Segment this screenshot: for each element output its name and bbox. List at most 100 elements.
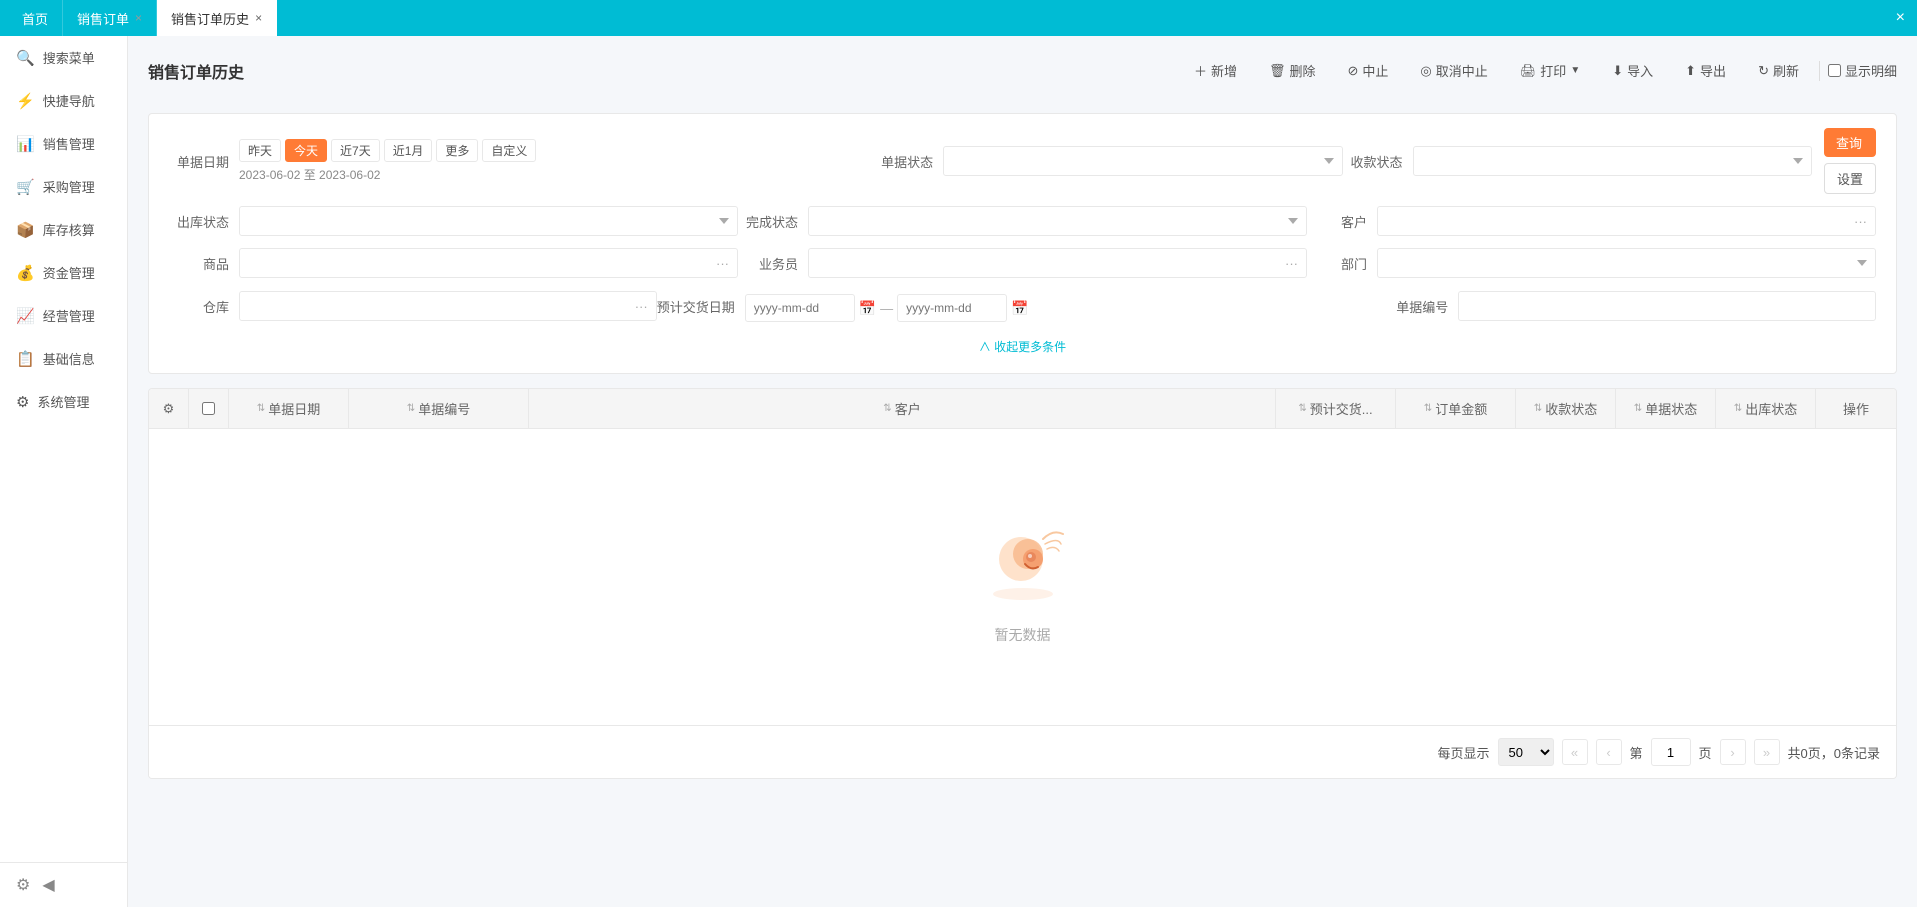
customer-more-icon[interactable]: ··· (1854, 214, 1867, 229)
th-settings[interactable]: ⚙ (149, 389, 189, 428)
quick-nav-icon: ⚡ (16, 92, 35, 110)
th-order-no[interactable]: ⇅ 单据编号 (349, 389, 529, 428)
th-amount[interactable]: ⇅ 订单金额 (1396, 389, 1516, 428)
filter-row-2: 出库状态 完成状态 客户 ··· (169, 206, 1876, 236)
tab-sales-order[interactable]: 销售订单 × (63, 0, 157, 36)
show-cols-checkbox-label[interactable]: 显示明细 (1828, 61, 1897, 80)
th-order-status[interactable]: ⇅ 单据状态 (1616, 389, 1716, 428)
close-sales-order-tab[interactable]: × (135, 11, 142, 25)
date-btn-today[interactable]: 今天 (285, 139, 327, 162)
outbound-status-label: 出库状态 (169, 212, 239, 231)
delivery-date-to-cal-icon[interactable]: 📅 (1011, 300, 1028, 317)
add-button[interactable]: ＋ 新增 (1182, 56, 1249, 85)
th-checkbox[interactable] (189, 389, 229, 428)
sidebar-item-search[interactable]: 🔍 搜索菜单 (0, 36, 127, 79)
sidebar-item-sys-mgmt[interactable]: ⚙ 系统管理 (0, 380, 127, 423)
salesperson-input[interactable] (817, 256, 1285, 271)
filter-row-4: 仓库 ··· 预计交货日期 📅 — 📅 (169, 290, 1876, 322)
sidebar-item-finance[interactable]: 💰 资金管理 (0, 251, 127, 294)
delivery-date-from-cal-icon[interactable]: 📅 (859, 300, 876, 317)
customer-label: 客户 (1307, 212, 1377, 231)
order-status-select[interactable] (943, 146, 1342, 176)
th-outbound-status[interactable]: ⇅ 出库状态 (1716, 389, 1816, 428)
toolbar: ＋ 新增 🗑 删除 ⊘ 中止 ◎ 取消中止 🖨 打印 (1182, 56, 1897, 85)
sidebar-item-inventory[interactable]: 📦 库存核算 (0, 208, 127, 251)
th-payment-status[interactable]: ⇅ 收款状态 (1516, 389, 1616, 428)
select-all-checkbox[interactable] (202, 402, 215, 415)
stop-button[interactable]: ⊘ 中止 (1336, 56, 1401, 85)
date-btn-1month[interactable]: 近1月 (384, 139, 433, 162)
refresh-icon: ↻ (1758, 63, 1769, 79)
th-date[interactable]: ⇅ 单据日期 (229, 389, 349, 428)
warehouse-more-icon[interactable]: ··· (635, 299, 648, 314)
customer-input[interactable] (1386, 214, 1854, 229)
last-page-button[interactable]: » (1754, 739, 1780, 765)
content-area: 销售订单历史 ＋ 新增 🗑 删除 ⊘ 中止 ◎ 取消中止 (128, 36, 1917, 907)
sales-mgmt-icon: 📊 (16, 135, 35, 153)
collapse-sidebar-icon[interactable]: ◀ (42, 875, 54, 895)
th-delivery[interactable]: ⇅ 预计交货... (1276, 389, 1396, 428)
delete-button[interactable]: 🗑 删除 (1257, 56, 1328, 85)
warehouse-input-wrap: ··· (239, 291, 657, 321)
date-btn-7days[interactable]: 近7天 (331, 139, 380, 162)
empty-state-illustration (973, 509, 1073, 609)
filter-product: 商品 ··· (169, 248, 738, 278)
completion-status-select[interactable] (808, 206, 1307, 236)
date-btn-yesterday[interactable]: 昨天 (239, 139, 281, 162)
main-layout: 🔍 搜索菜单 ⚡ 快捷导航 📊 销售管理 🛒 采购管理 📦 库存核算 💰 资金管… (0, 36, 1917, 907)
page-title: 销售订单历史 (148, 59, 244, 83)
outbound-status-select[interactable] (239, 206, 738, 236)
import-icon: ⬇ (1612, 63, 1623, 79)
page-number-input[interactable] (1651, 738, 1691, 766)
payment-status-select[interactable] (1413, 146, 1812, 176)
cancel-stop-button[interactable]: ◎ 取消中止 (1408, 56, 1499, 85)
sidebar-item-base-info[interactable]: 📋 基础信息 (0, 337, 127, 380)
sidebar-item-quick-nav[interactable]: ⚡ 快捷导航 (0, 79, 127, 122)
product-more-icon[interactable]: ··· (716, 256, 729, 271)
sidebar-item-sales-mgmt[interactable]: 📊 销售管理 (0, 122, 127, 165)
per-page-select[interactable]: 50 100 200 (1498, 738, 1554, 766)
empty-state: 暂无数据 (149, 429, 1896, 725)
settings-bottom-icon[interactable]: ⚙ (16, 875, 30, 895)
page-header: 销售订单历史 ＋ 新增 🗑 删除 ⊘ 中止 ◎ 取消中止 (148, 56, 1897, 99)
cancel-stop-icon: ◎ (1420, 63, 1431, 79)
print-button[interactable]: 🖨 打印 ▼ (1508, 56, 1592, 85)
sidebar-item-purchase-mgmt[interactable]: 🛒 采购管理 (0, 165, 127, 208)
filter-row-1: 单据日期 昨天 今天 近7天 近1月 更多 自定义 2023-06-02 至 2… (169, 128, 1876, 194)
order-no-input[interactable] (1458, 291, 1876, 321)
settings-button[interactable]: 设置 (1824, 163, 1876, 194)
refresh-button[interactable]: ↻ 刷新 (1746, 56, 1811, 85)
tab-sales-order-history[interactable]: 销售订单历史 × (157, 0, 277, 36)
sidebar-bottom: ⚙ ◀ (0, 862, 127, 907)
salesperson-more-icon[interactable]: ··· (1285, 256, 1298, 271)
prev-page-button[interactable]: ‹ (1596, 739, 1622, 765)
delete-icon: 🗑 (1269, 63, 1286, 79)
sort-amount-icon: ⇅ (1424, 403, 1432, 414)
tab-home[interactable]: 首页 (8, 0, 63, 36)
sort-customer-icon: ⇅ (883, 403, 891, 414)
date-btn-custom[interactable]: 自定义 (482, 139, 536, 162)
delivery-date-from[interactable] (745, 294, 855, 322)
date-label: 单据日期 (169, 152, 239, 171)
query-button[interactable]: 查询 (1824, 128, 1876, 157)
window-close-button[interactable]: × (1892, 5, 1909, 31)
th-customer[interactable]: ⇅ 客户 (529, 389, 1276, 428)
department-select[interactable] (1377, 248, 1876, 278)
export-button[interactable]: ⬆ 导出 (1673, 56, 1738, 85)
show-cols-checkbox[interactable] (1828, 64, 1841, 77)
import-button[interactable]: ⬇ 导入 (1600, 56, 1665, 85)
warehouse-input[interactable] (248, 299, 635, 314)
product-input[interactable] (248, 256, 716, 271)
salesperson-label: 业务员 (738, 254, 808, 273)
collapse-row[interactable]: ∧ 收起更多条件 (169, 334, 1876, 359)
sidebar-item-operations[interactable]: 📈 经营管理 (0, 294, 127, 337)
next-page-button[interactable]: › (1720, 739, 1746, 765)
filter-completion-status: 完成状态 (738, 206, 1307, 236)
toolbar-divider (1819, 61, 1820, 81)
date-btn-more[interactable]: 更多 (436, 139, 478, 162)
delivery-date-to[interactable] (897, 294, 1007, 322)
close-sales-order-history-tab[interactable]: × (255, 11, 262, 25)
sys-mgmt-icon: ⚙ (16, 393, 29, 411)
first-page-button[interactable]: « (1562, 739, 1588, 765)
print-icon: 🖨 (1520, 63, 1537, 79)
